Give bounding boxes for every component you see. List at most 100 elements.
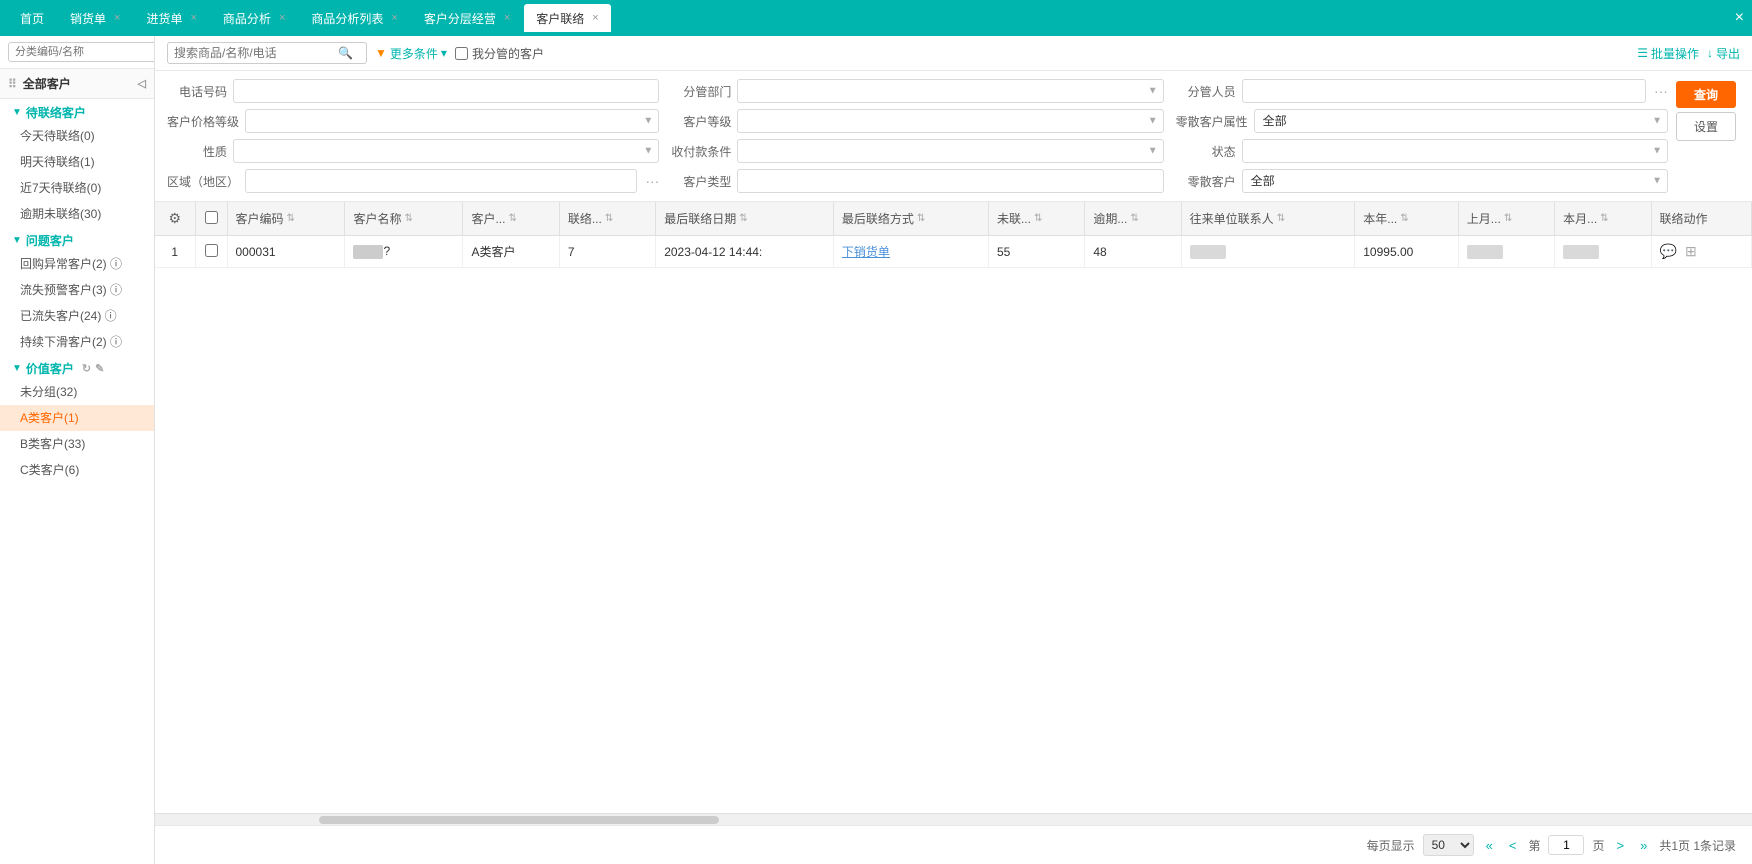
th-unit-contact[interactable]: 往来单位联系人 ⇅ bbox=[1181, 202, 1355, 236]
th-overdue[interactable]: 逾期... ⇅ bbox=[1085, 202, 1181, 236]
sidebar-group-value[interactable]: ▼ 价值客户 ↻ ✎ bbox=[0, 355, 154, 379]
sidebar-search-input[interactable] bbox=[8, 42, 155, 62]
th-gear: ⚙ bbox=[155, 202, 195, 236]
filter-customer-type-input[interactable] bbox=[737, 169, 1163, 193]
filter-region-dots[interactable]: ··· bbox=[645, 173, 659, 189]
edit-icon[interactable]: ✎ bbox=[95, 362, 104, 375]
overdue-sort-icon: ⇅ bbox=[1130, 213, 1138, 224]
query-btn[interactable]: 查询 bbox=[1676, 81, 1736, 108]
filter-sparse-select[interactable]: 全部 bbox=[1242, 169, 1668, 193]
td-code: 000031 bbox=[227, 236, 345, 268]
top-nav: 首页 销货单 × 进货单 × 商品分析 × 商品分析列表 × 客户分层经营 × … bbox=[0, 0, 1752, 36]
td-type: A类客户 bbox=[463, 236, 559, 268]
page-size-select[interactable]: 50 100 200 bbox=[1423, 834, 1474, 856]
tab-customer-segment[interactable]: 客户分层经营 × bbox=[412, 4, 522, 32]
sidebar-item-churned[interactable]: 已流失客户(24) ⓘ bbox=[0, 303, 154, 329]
th-last-contact-date[interactable]: 最后联络日期 ⇅ bbox=[656, 202, 834, 236]
th-code[interactable]: 客户编码 ⇅ bbox=[227, 202, 345, 236]
filter-level-label: 客户等级 bbox=[671, 113, 731, 130]
tab-sales-close[interactable]: × bbox=[114, 12, 120, 24]
more-filter-btn[interactable]: ▼ 更多条件 ▾ bbox=[375, 45, 447, 62]
next-page-btn[interactable]: > bbox=[1612, 836, 1628, 855]
search-icon[interactable]: 🔍 bbox=[338, 46, 353, 60]
sidebar-item-b-class[interactable]: B类客户(33) bbox=[0, 431, 154, 457]
sidebar-item-today[interactable]: 今天待联络(0) bbox=[0, 123, 154, 149]
prev-page-btn[interactable]: < bbox=[1505, 836, 1521, 855]
tab-product-list-close[interactable]: × bbox=[391, 12, 397, 24]
settings-btn[interactable]: 设置 bbox=[1676, 112, 1736, 141]
home-tab[interactable]: 首页 bbox=[8, 4, 56, 32]
sidebar-group-problem[interactable]: ▼ 问题客户 bbox=[0, 227, 154, 251]
tab-purchase[interactable]: 进货单 × bbox=[134, 4, 208, 32]
filter-price-select[interactable] bbox=[245, 109, 659, 133]
tab-customer-contact-close[interactable]: × bbox=[592, 12, 598, 24]
tab-product-analysis-close[interactable]: × bbox=[279, 12, 285, 24]
tab-sales[interactable]: 销货单 × bbox=[58, 4, 132, 32]
toolbar: 🔍 ▼ 更多条件 ▾ 我分管的客户 ☰ 批量操作 ↓ 导出 bbox=[155, 36, 1752, 71]
th-code-sort[interactable]: 客户编码 ⇅ bbox=[236, 210, 337, 227]
search-input[interactable] bbox=[174, 46, 334, 60]
th-this-month[interactable]: 本月... ⇅ bbox=[1555, 202, 1651, 236]
filter-level-select[interactable] bbox=[737, 109, 1163, 133]
sidebar-item-7days[interactable]: 近7天待联络(0) bbox=[0, 175, 154, 201]
tab-customer-contact[interactable]: 客户联络 × bbox=[524, 4, 610, 32]
sidebar-item-churn-warning[interactable]: 流失预警客户(3) ⓘ bbox=[0, 277, 154, 303]
sidebar-all-customers[interactable]: ⠿ 全部客户 ◁ bbox=[0, 69, 154, 99]
filter-status-select[interactable] bbox=[1242, 139, 1668, 163]
lmonth-sort-icon: ⇅ bbox=[1504, 213, 1512, 224]
gear-icon[interactable]: ⚙ bbox=[168, 210, 181, 226]
sidebar-item-a-class[interactable]: A类客户(1) bbox=[0, 405, 154, 431]
td-unit-contact bbox=[1181, 236, 1355, 268]
td-overdue: 48 bbox=[1085, 236, 1181, 268]
sidebar-item-tomorrow[interactable]: 明天待联络(1) bbox=[0, 149, 154, 175]
sidebar-item-overdue[interactable]: 逾期未联络(30) bbox=[0, 201, 154, 227]
filter-region-input[interactable] bbox=[245, 169, 637, 193]
filter-nature-select[interactable] bbox=[233, 139, 659, 163]
page-word: 第 bbox=[1528, 837, 1540, 854]
last-way-link[interactable]: 下销货单 bbox=[842, 245, 890, 259]
row-checkbox[interactable] bbox=[205, 244, 218, 257]
th-this-year[interactable]: 本年... ⇅ bbox=[1355, 202, 1459, 236]
this-month-blur bbox=[1563, 245, 1599, 259]
my-customer-checkbox[interactable] bbox=[455, 47, 468, 60]
th-name[interactable]: 客户名称 ⇅ bbox=[345, 202, 463, 236]
sidebar-item-ungroup[interactable]: 未分组(32) bbox=[0, 379, 154, 405]
last-page-btn[interactable]: » bbox=[1636, 836, 1651, 855]
tab-product-analysis[interactable]: 商品分析 × bbox=[211, 4, 297, 32]
unit-sort-icon: ⇅ bbox=[1277, 213, 1285, 224]
scrollbar-thumb[interactable] bbox=[319, 816, 719, 824]
filter-phone-input[interactable] bbox=[233, 79, 659, 103]
filter-manager-input[interactable] bbox=[1242, 79, 1646, 103]
first-page-btn[interactable]: « bbox=[1482, 836, 1497, 855]
my-customer-check[interactable]: 我分管的客户 bbox=[455, 45, 544, 62]
close-all-icon[interactable]: × bbox=[1735, 9, 1744, 27]
th-contact[interactable]: 联络... ⇅ bbox=[559, 202, 655, 236]
tab-purchase-close[interactable]: × bbox=[190, 12, 196, 24]
page-num-input[interactable] bbox=[1548, 835, 1584, 855]
sidebar-item-c-class[interactable]: C类客户(6) bbox=[0, 457, 154, 483]
chat-icon[interactable]: 💬 bbox=[1660, 243, 1677, 260]
sidebar-collapse-icon[interactable]: ◁ bbox=[138, 77, 146, 90]
th-uncontacted[interactable]: 未联... ⇅ bbox=[988, 202, 1084, 236]
batch-op-btn[interactable]: ☰ 批量操作 bbox=[1637, 45, 1699, 62]
tab-product-list[interactable]: 商品分析列表 × bbox=[299, 4, 409, 32]
filter-dept-select[interactable] bbox=[737, 79, 1163, 103]
refresh-icon[interactable]: ↻ bbox=[82, 362, 91, 375]
th-last-month[interactable]: 上月... ⇅ bbox=[1458, 202, 1554, 236]
tab-product-list-label: 商品分析列表 bbox=[311, 10, 383, 27]
sidebar-item-repurchase-abnormal[interactable]: 回购异常客户(2) ⓘ bbox=[0, 251, 154, 277]
filter-payment-select[interactable] bbox=[737, 139, 1163, 163]
th-type[interactable]: 客户... ⇅ bbox=[463, 202, 559, 236]
scrollbar-track bbox=[155, 814, 1752, 825]
sidebar-group-pending[interactable]: ▼ 待联络客户 bbox=[0, 99, 154, 123]
filter-manager-dots[interactable]: ··· bbox=[1654, 83, 1668, 99]
grid-icon[interactable]: ⊞ bbox=[1685, 243, 1697, 260]
filter-sparse-attr-select[interactable]: 全部 bbox=[1254, 109, 1668, 133]
select-all-checkbox[interactable] bbox=[205, 211, 218, 224]
export-btn[interactable]: ↓ 导出 bbox=[1707, 45, 1740, 62]
sidebar-item-declining[interactable]: 持续下滑客户(2) ⓘ bbox=[0, 329, 154, 355]
filter-row-price-level: 客户价格等级 ▼ bbox=[167, 109, 659, 133]
tab-customer-segment-close[interactable]: × bbox=[504, 12, 510, 24]
td-uncontacted: 55 bbox=[988, 236, 1084, 268]
th-last-contact-way[interactable]: 最后联络方式 ⇅ bbox=[833, 202, 988, 236]
